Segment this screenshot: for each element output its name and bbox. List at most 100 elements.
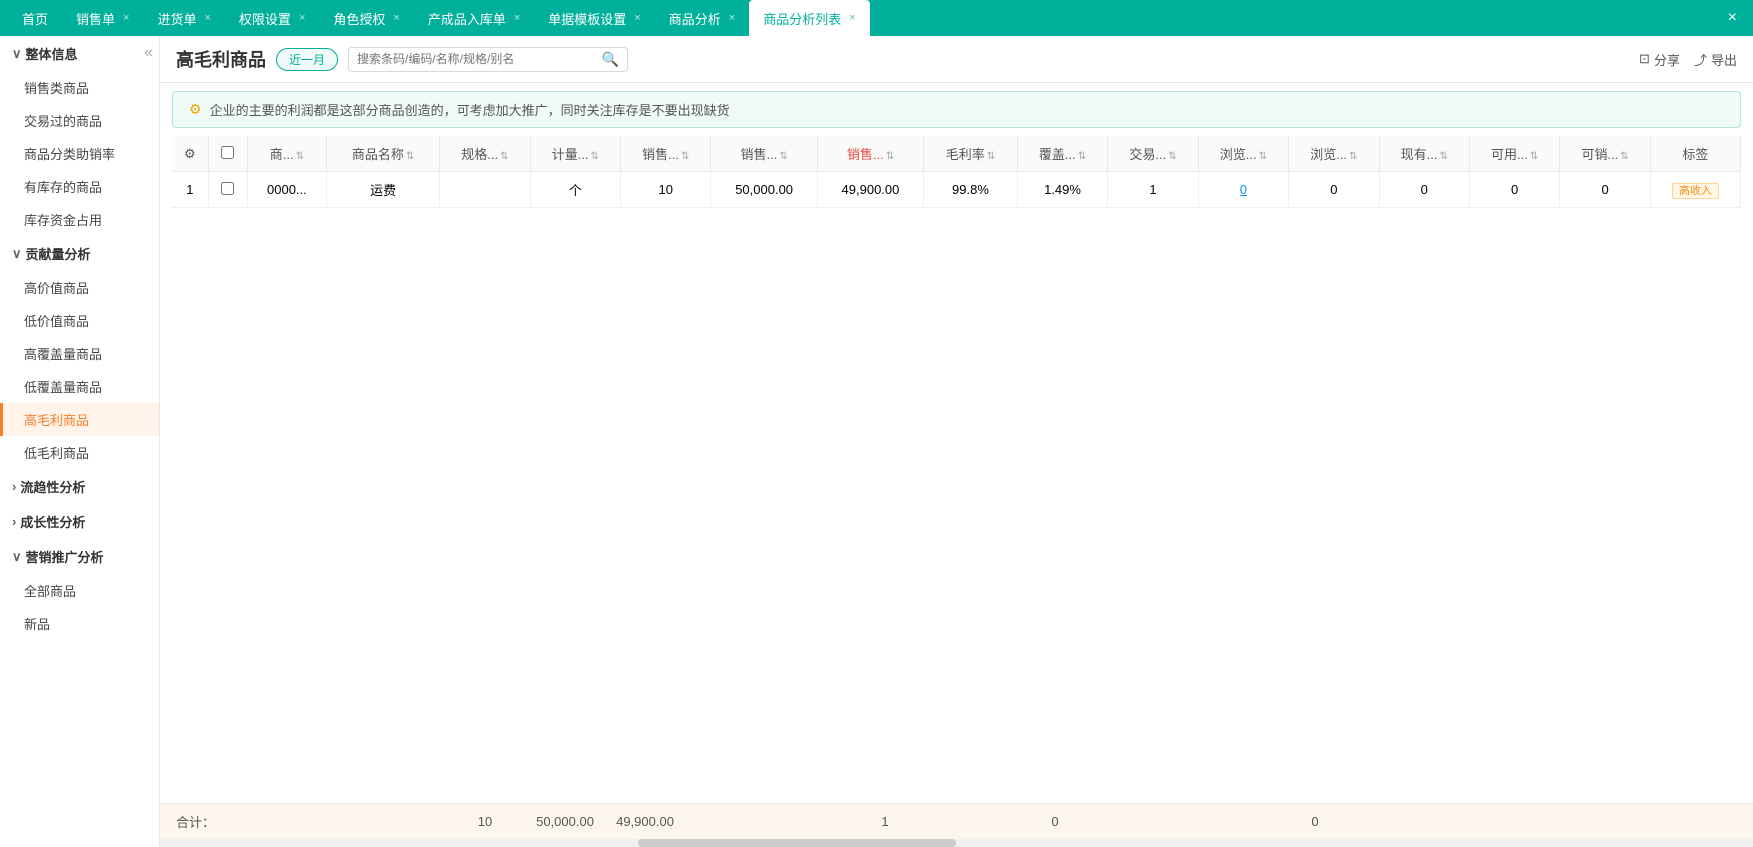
footer-label: 合计： <box>176 812 215 831</box>
nav-tab-sales[interactable]: 销售单 × <box>62 0 143 36</box>
content-header: 高毛利商品 近一月 🔍 ⊡ 分享 ⤴ 导出 <box>160 36 1753 83</box>
cell-stock-current: 0 <box>1379 172 1469 208</box>
col-name[interactable]: 商品名称⇅ <box>326 136 439 172</box>
sidebar-item-low-value[interactable]: 低价值商品 <box>0 304 159 337</box>
scrollbar-thumb[interactable] <box>638 839 957 847</box>
cell-sales-amount: 50,000.00 <box>711 172 817 208</box>
info-banner: ⚙ 企业的主要的利润都是这部分商品创造的，可考虑加大推广，同时关注库存是不要出现… <box>172 91 1741 128</box>
close-all-tabs[interactable]: × <box>1720 9 1745 27</box>
col-gross-rate[interactable]: 毛利率⇅ <box>924 136 1018 172</box>
sidebar-item-new-goods[interactable]: 新品 <box>0 607 159 640</box>
chevron-down-icon: ∨ <box>12 549 22 565</box>
close-icon[interactable]: × <box>729 12 735 24</box>
cell-unit: 个 <box>530 172 620 208</box>
nav-tab-analysis[interactable]: 商品分析 × <box>655 0 749 36</box>
cell-stock-available: 0 <box>1469 172 1559 208</box>
col-stock-available[interactable]: 可用...⇅ <box>1469 136 1559 172</box>
nav-tab-product-in[interactable]: 产成品入库单 × <box>414 0 534 36</box>
close-icon[interactable]: × <box>393 12 399 24</box>
table-row: 1 0000... 运费 个 10 50,000.00 49,900.00 99… <box>172 172 1741 208</box>
chevron-right-icon: › <box>12 514 16 529</box>
close-icon[interactable]: × <box>299 12 305 24</box>
sidebar-item-low-margin[interactable]: 低毛利商品 <box>0 436 159 469</box>
cell-views1[interactable]: 0 <box>1198 172 1288 208</box>
cell-stock-saleable: 0 <box>1560 172 1650 208</box>
chevron-down-icon: ∨ <box>12 46 22 62</box>
sidebar-group-contribution[interactable]: ∨ 贡献量分析 <box>0 236 159 271</box>
footer-views2: 0 <box>1025 814 1085 829</box>
nav-tab-role[interactable]: 角色授权 × <box>319 0 413 36</box>
col-sales-cost[interactable]: 销售...⇅ <box>817 136 923 172</box>
cell-transactions: 1 <box>1108 172 1198 208</box>
search-icon[interactable]: 🔍 <box>602 51 619 68</box>
table-container[interactable]: ⚙ 商...⇅ 商品名称⇅ 规格...⇅ 计量...⇅ 销售...⇅ 销售...… <box>160 136 1753 803</box>
col-transactions[interactable]: 交易...⇅ <box>1108 136 1198 172</box>
cell-checkbox[interactable] <box>208 172 247 208</box>
col-sales-amount[interactable]: 销售...⇅ <box>711 136 817 172</box>
nav-tab-template[interactable]: 单据模板设置 × <box>534 0 654 36</box>
close-icon[interactable]: × <box>634 12 640 24</box>
sidebar-item-all-goods[interactable]: 全部商品 <box>0 574 159 607</box>
col-spec[interactable]: 规格...⇅ <box>440 136 530 172</box>
col-views2[interactable]: 浏览...⇅ <box>1289 136 1379 172</box>
filter-recent-month-button[interactable]: 近一月 <box>276 48 338 71</box>
col-code[interactable]: 商...⇅ <box>247 136 326 172</box>
col-stock-saleable[interactable]: 可销...⇅ <box>1560 136 1650 172</box>
cell-code: 0000... <box>247 172 326 208</box>
cell-spec <box>440 172 530 208</box>
product-table: ⚙ 商...⇅ 商品名称⇅ 规格...⇅ 计量...⇅ 销售...⇅ 销售...… <box>172 136 1741 208</box>
sidebar-item-traded-goods[interactable]: 交易过的商品 <box>0 104 159 137</box>
close-icon[interactable]: × <box>204 12 210 24</box>
nav-tab-analysis-list[interactable]: 商品分析列表 × <box>749 0 869 36</box>
sidebar-group-overall[interactable]: ∨ 整体信息 <box>0 36 159 71</box>
row-checkbox[interactable] <box>221 182 234 195</box>
close-icon[interactable]: × <box>123 12 129 24</box>
horizontal-scrollbar[interactable] <box>160 839 1753 847</box>
footer-stock-saleable: 0 <box>1285 814 1345 829</box>
sidebar-group-trend[interactable]: › 流趋性分析 <box>0 469 159 504</box>
export-icon: ⤴ <box>1694 50 1707 69</box>
col-unit[interactable]: 计量...⇅ <box>530 136 620 172</box>
sidebar-collapse-button[interactable]: « <box>144 44 153 62</box>
footer-transactions: 1 <box>855 814 915 829</box>
col-views1[interactable]: 浏览...⇅ <box>1198 136 1288 172</box>
sidebar-item-high-coverage[interactable]: 高覆盖量商品 <box>0 337 159 370</box>
close-icon[interactable]: × <box>514 12 520 24</box>
sidebar-item-low-coverage[interactable]: 低覆盖量商品 <box>0 370 159 403</box>
col-stock-current[interactable]: 现有...⇅ <box>1379 136 1469 172</box>
nav-tab-home[interactable]: 首页 <box>8 0 62 36</box>
sidebar-item-sales-goods[interactable]: 销售类商品 <box>0 71 159 104</box>
sidebar-item-stocked-goods[interactable]: 有库存的商品 <box>0 170 159 203</box>
col-coverage[interactable]: 覆盖...⇅ <box>1017 136 1107 172</box>
sidebar-item-high-value[interactable]: 高价值商品 <box>0 271 159 304</box>
sidebar-item-high-margin[interactable]: 高毛利商品 <box>0 403 159 436</box>
col-settings[interactable]: ⚙ <box>172 136 208 172</box>
sidebar-group-growth[interactable]: › 成长性分析 <box>0 504 159 539</box>
col-sales-qty[interactable]: 销售...⇅ <box>621 136 711 172</box>
top-navigation: 首页 销售单 × 进货单 × 权限设置 × 角色授权 × 产成品入库单 × 单据… <box>0 0 1753 36</box>
share-icon: ⊡ <box>1639 51 1650 67</box>
main-layout: « ∨ 整体信息 销售类商品 交易过的商品 商品分类助销率 有库存的商品 库存资… <box>0 36 1753 847</box>
footer-sales-cost: 49,900.00 <box>615 814 675 829</box>
content-area: 高毛利商品 近一月 🔍 ⊡ 分享 ⤴ 导出 ⚙ 企业的主要的利润都是这部分商品创… <box>160 36 1753 847</box>
search-box: 🔍 <box>348 47 628 72</box>
col-tag[interactable]: 标签 <box>1650 136 1740 172</box>
select-all-checkbox[interactable] <box>221 146 234 159</box>
cell-gross-rate: 99.8% <box>924 172 1018 208</box>
footer-sales-amount: 50,000.00 <box>535 814 595 829</box>
search-input[interactable] <box>357 52 596 66</box>
sidebar-item-category-rate[interactable]: 商品分类助销率 <box>0 137 159 170</box>
nav-tab-permission[interactable]: 权限设置 × <box>225 0 319 36</box>
close-icon[interactable]: × <box>849 12 855 24</box>
footer-sales-qty: 10 <box>455 814 515 829</box>
export-button[interactable]: ⤴ 导出 <box>1694 50 1737 69</box>
sidebar-item-stock-capital[interactable]: 库存资金占用 <box>0 203 159 236</box>
sidebar-group-marketing[interactable]: ∨ 营销推广分析 <box>0 539 159 574</box>
cell-sales-qty: 10 <box>621 172 711 208</box>
cell-views2: 0 <box>1289 172 1379 208</box>
share-button[interactable]: ⊡ 分享 <box>1639 50 1680 69</box>
nav-tab-purchase[interactable]: 进货单 × <box>143 0 224 36</box>
chevron-right-icon: › <box>12 479 16 494</box>
col-checkbox[interactable] <box>208 136 247 172</box>
cell-name: 运费 <box>326 172 439 208</box>
